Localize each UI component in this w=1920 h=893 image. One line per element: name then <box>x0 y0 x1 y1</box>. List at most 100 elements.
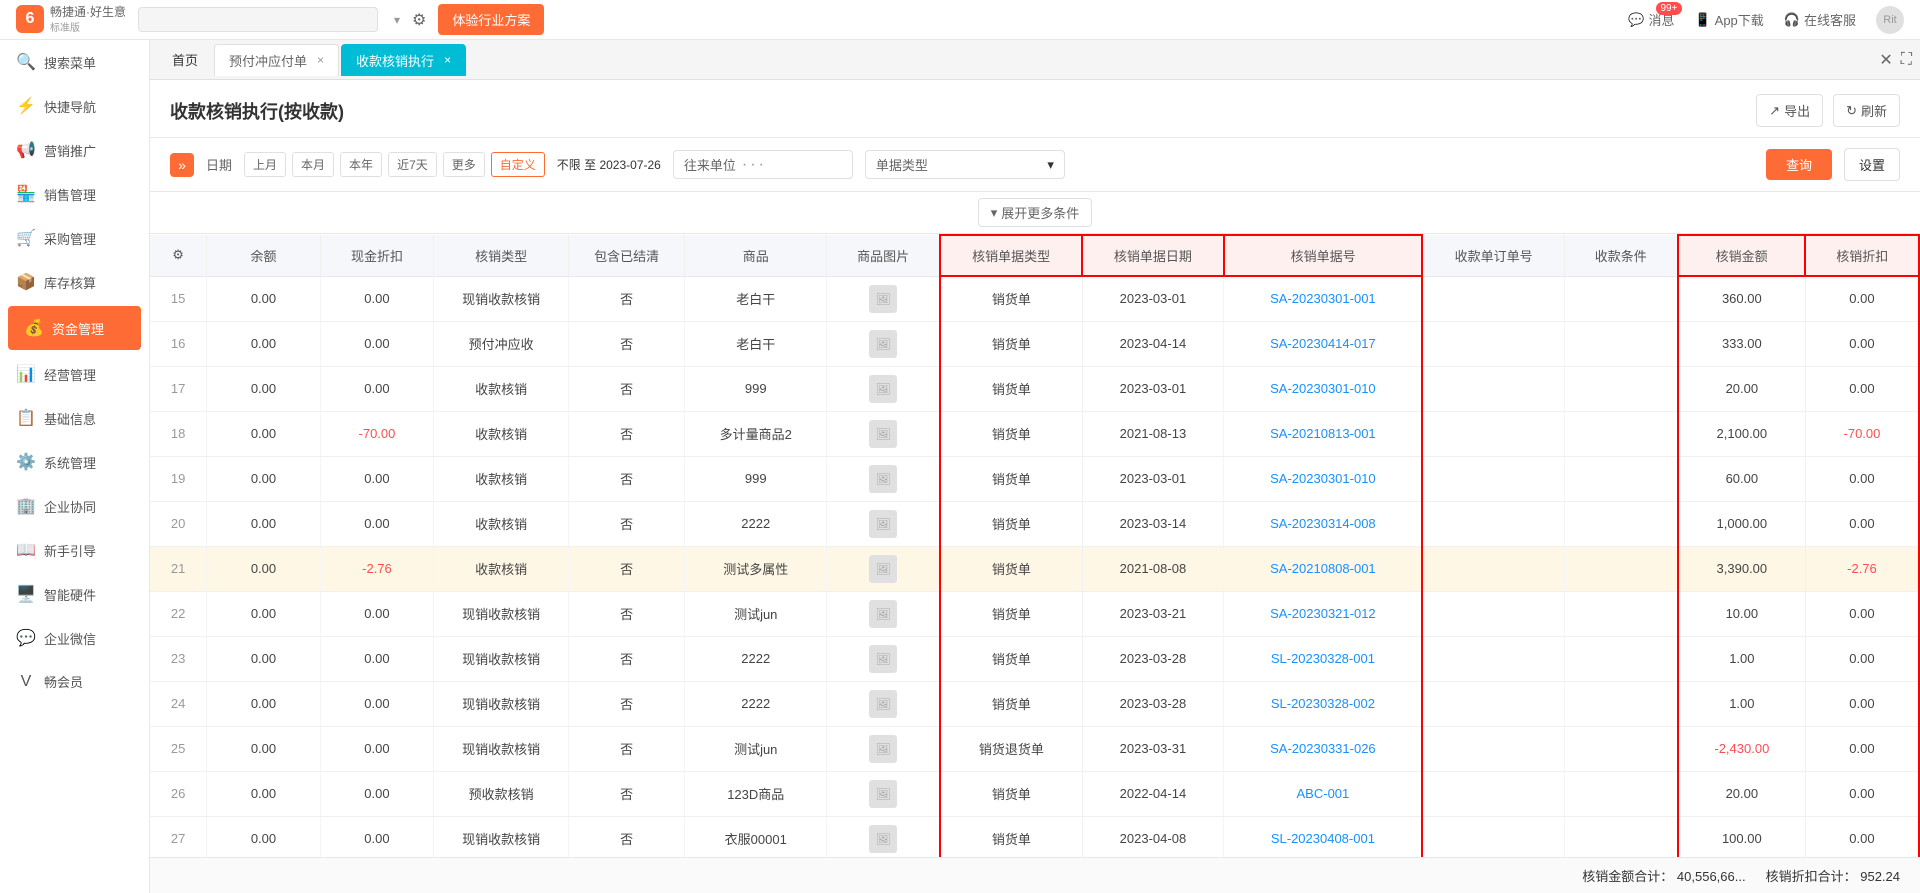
top-search-input[interactable] <box>138 7 378 32</box>
user-avatar[interactable]: Rit <box>1876 6 1904 34</box>
cell-verify-bill-no[interactable]: SL-20230408-001 <box>1224 816 1423 857</box>
cell-verify-bill-no[interactable]: SA-20230301-001 <box>1224 276 1423 321</box>
sidebar-item-system[interactable]: ⚙️ 系统管理 <box>0 440 149 484</box>
expand-more-conditions-button[interactable]: ▾ 展开更多条件 <box>978 198 1093 227</box>
sidebar-item-corp[interactable]: 🏢 企业协同 <box>0 484 149 528</box>
cell-gear[interactable]: 15 <box>150 276 207 321</box>
date-btn-this-month[interactable]: 本月 <box>292 152 334 177</box>
verify-bill-link[interactable]: SA-20230301-001 <box>1270 291 1376 306</box>
query-button[interactable]: 查询 <box>1766 149 1832 180</box>
cell-verify-bill-no[interactable]: SA-20210813-001 <box>1224 411 1423 456</box>
sidebar-item-label-member: 畅会员 <box>44 672 83 691</box>
cell-gear[interactable]: 26 <box>150 771 207 816</box>
footer-discount-label: 核销折扣合计： <box>1766 869 1857 884</box>
date-btn-custom[interactable]: 自定义 <box>491 152 545 177</box>
cell-verify-bill-no[interactable]: SA-20230314-008 <box>1224 501 1423 546</box>
verify-bill-link[interactable]: SL-20230408-001 <box>1271 831 1375 846</box>
verify-bill-link[interactable]: SA-20230314-008 <box>1270 516 1376 531</box>
verify-bill-link[interactable]: SA-20210813-001 <box>1270 426 1376 441</box>
cell-included: 否 <box>568 276 684 321</box>
cell-gear[interactable]: 22 <box>150 591 207 636</box>
sidebar-item-purchase[interactable]: 🛒 采购管理 <box>0 216 149 260</box>
cell-gear[interactable]: 20 <box>150 501 207 546</box>
cell-verify-bill-no[interactable]: SA-20230414-017 <box>1224 321 1423 366</box>
date-filters: 上月 本月 本年 近7天 更多 自定义 <box>244 152 545 177</box>
wechat-icon: 💬 <box>16 628 36 648</box>
cell-verify-discount: 0.00 <box>1805 636 1919 681</box>
tab-prepay-close[interactable]: × <box>317 53 324 67</box>
sidebar-item-label-purchase: 采购管理 <box>44 229 96 248</box>
cell-gear[interactable]: 18 <box>150 411 207 456</box>
voucher-type-filter[interactable]: 单据类型 ▾ <box>865 150 1065 179</box>
table-settings-button[interactable]: 设置 <box>1844 148 1900 181</box>
table-footer: 核销金额合计： 40,556,66... 核销折扣合计： 952.24 <box>150 857 1920 893</box>
sidebar-item-shortcuts[interactable]: ⚡ 快捷导航 <box>0 84 149 128</box>
sidebar-item-sales[interactable]: 🏪 销售管理 <box>0 172 149 216</box>
verify-bill-link[interactable]: SL-20230328-001 <box>1271 651 1375 666</box>
verify-bill-link[interactable]: SA-20230414-017 <box>1270 336 1376 351</box>
date-btn-this-year[interactable]: 本年 <box>340 152 382 177</box>
tab-receipts-close[interactable]: × <box>444 53 451 67</box>
date-btn-7days[interactable]: 近7天 <box>388 152 437 177</box>
verify-bill-link[interactable]: SA-20230321-012 <box>1270 606 1376 621</box>
verify-bill-link[interactable]: SL-20230328-002 <box>1271 696 1375 711</box>
app-download-item[interactable]: 📱 App下载 <box>1694 10 1763 29</box>
sidebar-item-inventory[interactable]: 📦 库存核算 <box>0 260 149 304</box>
refresh-button[interactable]: ↻ 刷新 <box>1833 94 1900 127</box>
tab-fullscreen-button[interactable]: ⛶ <box>1901 51 1912 69</box>
sidebar-item-label-corp: 企业协同 <box>44 497 96 516</box>
export-button[interactable]: ↗ 导出 <box>1756 94 1823 127</box>
tab-receipts[interactable]: 收款核销执行 × <box>341 44 466 76</box>
tab-prepay[interactable]: 预付冲应付单 × <box>214 44 339 76</box>
sidebar-item-wechat[interactable]: 💬 企业微信 <box>0 616 149 660</box>
cell-receipt-condition <box>1564 456 1677 501</box>
cell-verify-amount: -2,430.00 <box>1678 726 1806 771</box>
date-btn-more[interactable]: 更多 <box>443 152 485 177</box>
verify-bill-link[interactable]: SA-20230301-010 <box>1270 471 1376 486</box>
cell-gear[interactable]: 17 <box>150 366 207 411</box>
sidebar-item-finance[interactable]: 💰 资金管理 <box>8 306 141 350</box>
sidebar-item-marketing[interactable]: 📢 营销推广 <box>0 128 149 172</box>
cell-verify-bill-no[interactable]: ABC-001 <box>1224 771 1423 816</box>
cell-verify-bill-no[interactable]: SA-20230321-012 <box>1224 591 1423 636</box>
cell-verify-bill-no[interactable]: SA-20230301-010 <box>1224 366 1423 411</box>
sidebar-item-basic[interactable]: 📋 基础信息 <box>0 396 149 440</box>
online-service-item[interactable]: 🎧 在线客服 <box>1784 10 1856 29</box>
cell-gear[interactable]: 23 <box>150 636 207 681</box>
sidebar-item-operations[interactable]: 📊 经营管理 <box>0 352 149 396</box>
cell-verify-bill-date: 2023-03-14 <box>1082 501 1224 546</box>
cell-gear[interactable]: 27 <box>150 816 207 857</box>
verify-bill-link[interactable]: ABC-001 <box>1297 786 1350 801</box>
cell-gear[interactable]: 21 <box>150 546 207 591</box>
settings-gear-icon[interactable]: ⚙ <box>412 10 426 30</box>
cell-verify-bill-no[interactable]: SL-20230328-001 <box>1224 636 1423 681</box>
sidebar-item-guide[interactable]: 📖 新手引导 <box>0 528 149 572</box>
cell-verify-discount: 0.00 <box>1805 456 1919 501</box>
trial-button[interactable]: 体验行业方案 <box>438 4 544 35</box>
cell-verify-bill-no[interactable]: SA-20210808-001 <box>1224 546 1423 591</box>
tab-close-window-button[interactable]: ✕ <box>1879 50 1892 70</box>
search-dropdown-arrow[interactable]: ▾ <box>394 13 400 27</box>
cell-gear[interactable]: 24 <box>150 681 207 726</box>
verify-bill-link[interactable]: SA-20210808-001 <box>1270 561 1376 576</box>
notification-item[interactable]: 💬 消息 99+ <box>1628 10 1674 29</box>
sidebar-item-label-inventory: 库存核算 <box>44 273 96 292</box>
filter-toggle-button[interactable]: » <box>170 153 194 177</box>
verify-bill-link[interactable]: SA-20230331-026 <box>1270 741 1376 756</box>
cell-verify-bill-no[interactable]: SA-20230301-010 <box>1224 456 1423 501</box>
tab-home[interactable]: 首页 <box>158 44 212 75</box>
table-wrap[interactable]: ⚙ 余额 现金折扣 核销类型 包含已结清 商品 商品图片 核销单据类型 核销单据… <box>150 234 1920 857</box>
sidebar-item-member[interactable]: V 畅会员 <box>0 660 149 703</box>
cell-gear[interactable]: 16 <box>150 321 207 366</box>
user-text: Rit <box>1883 14 1896 26</box>
verify-bill-link[interactable]: SA-20230301-010 <box>1270 381 1376 396</box>
cell-gear[interactable]: 25 <box>150 726 207 771</box>
cell-verify-bill-no[interactable]: SA-20230331-026 <box>1224 726 1423 771</box>
date-btn-last-month[interactable]: 上月 <box>244 152 286 177</box>
sidebar-item-search[interactable]: 🔍 搜索菜单 <box>0 40 149 84</box>
table-row: 22 0.00 0.00 现销收款核销 否 测试jun 🖼 销货单 2023-0… <box>150 591 1919 636</box>
cell-verify-bill-no[interactable]: SL-20230328-002 <box>1224 681 1423 726</box>
app-download-label: App下载 <box>1715 10 1764 29</box>
cell-gear[interactable]: 19 <box>150 456 207 501</box>
sidebar-item-hardware[interactable]: 🖥️ 智能硬件 <box>0 572 149 616</box>
